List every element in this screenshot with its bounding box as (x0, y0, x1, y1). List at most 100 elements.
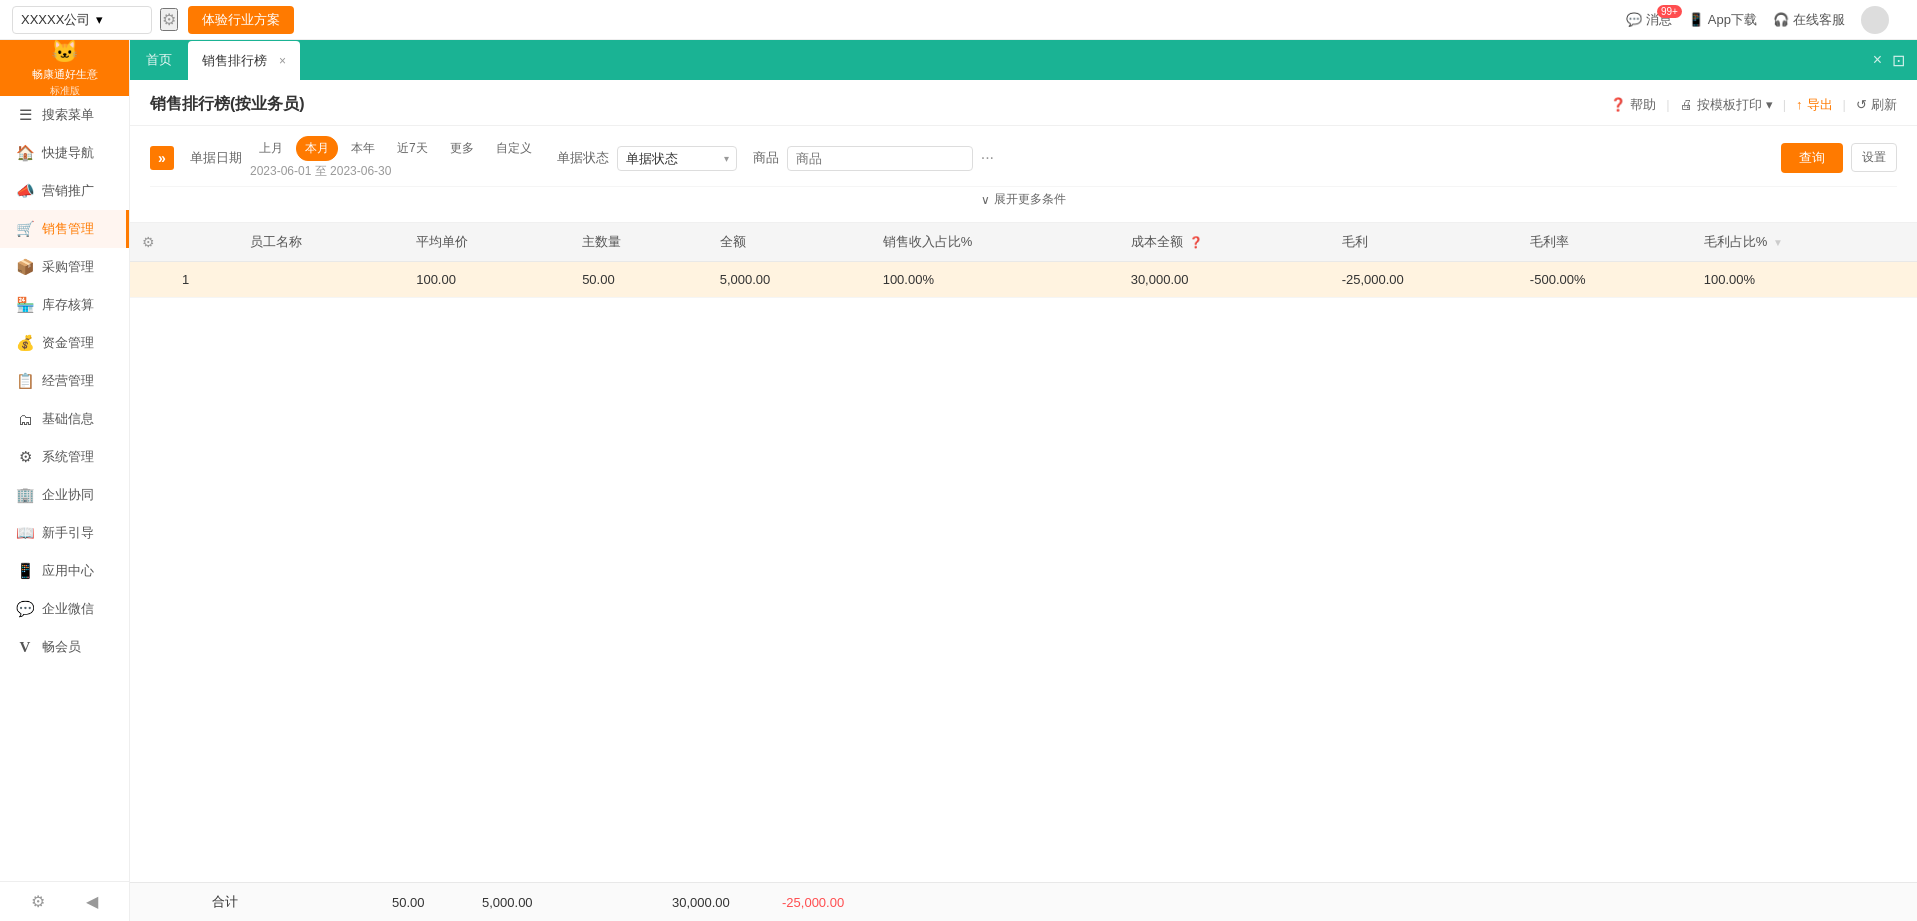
status-filter-label: 单据状态 (557, 149, 609, 167)
sidebar-item-operations[interactable]: 📋 经营管理 (0, 362, 129, 400)
filter-settings-button[interactable]: 设置 (1851, 143, 1897, 172)
date-filter-label: 单据日期 (190, 149, 242, 167)
wechat-icon: 💬 (16, 600, 34, 618)
tab-home[interactable]: 首页 (130, 40, 188, 80)
enterprise-icon: 🏢 (16, 486, 34, 504)
window-maximize-icon[interactable]: ⊡ (1892, 51, 1905, 70)
expand-more-button[interactable]: ∨ 展开更多条件 (150, 186, 1897, 212)
sidebar-item-member[interactable]: V 畅会员 (0, 628, 129, 666)
topbar-settings-icon[interactable]: ⚙ (160, 8, 178, 31)
finance-icon: 💰 (16, 334, 34, 352)
home-icon: 🏠 (16, 144, 34, 162)
gross-pct-sort-icon[interactable]: ▼ (1773, 237, 1783, 248)
company-dropdown-icon: ▾ (96, 12, 103, 27)
sidebar-item-finance[interactable]: 💰 资金管理 (0, 324, 129, 362)
sidebar-item-guide[interactable]: 📖 新手引导 (0, 514, 129, 552)
sidebar-settings-button[interactable]: ⚙ (31, 892, 45, 911)
tab-active-label: 销售排行榜 (202, 52, 267, 70)
avatar[interactable] (1861, 6, 1889, 34)
sidebar-item-inventory[interactable]: 🏪 库存核算 (0, 286, 129, 324)
row-gross: -25,000.00 (1330, 262, 1518, 298)
sidebar-item-sales[interactable]: 🛒 销售管理 (0, 210, 129, 248)
goods-input[interactable] (787, 146, 973, 171)
row-avg-price: 100.00 (404, 262, 570, 298)
date-btn-custom[interactable]: 自定义 (487, 136, 541, 161)
logo-text: 畅康通好生意 (32, 67, 98, 82)
footer-amount: 5,000.00 (482, 895, 582, 910)
sidebar-item-label: 库存核算 (42, 296, 94, 314)
table-area: ⚙ 员工名称 平均单价 主数量 全额 销售收入占比% (130, 223, 1917, 882)
logo-icon: 🐱 (51, 40, 78, 65)
sidebar-item-label: 营销推广 (42, 182, 94, 200)
refresh-button[interactable]: ↺ 刷新 (1856, 96, 1897, 114)
sidebar-item-search-order[interactable]: ☰ 搜索菜单 (0, 96, 129, 134)
row-name (238, 262, 404, 298)
goods-filter: 商品 ··· (753, 146, 994, 171)
help-button[interactable]: ❓ 帮助 (1610, 96, 1656, 114)
guide-icon: 📖 (16, 524, 34, 542)
app-center-icon: 📱 (16, 562, 34, 580)
sidebar-item-system[interactable]: ⚙ 系统管理 (0, 438, 129, 476)
print-button[interactable]: 🖨 按模板打印 ▾ (1680, 96, 1773, 114)
sidebar-item-basic-info[interactable]: 🗂 基础信息 (0, 400, 129, 438)
date-btn-this-month[interactable]: 本月 (296, 136, 338, 161)
header-actions: ❓ 帮助 | 🖨 按模板打印 ▾ | ↑ 导出 (1610, 96, 1897, 114)
sidebar-item-wechat[interactable]: 💬 企业微信 (0, 590, 129, 628)
row-gross-pct: 100.00% (1692, 262, 1917, 298)
company-selector[interactable]: XXXXX公司 ▾ (12, 6, 152, 34)
column-settings-icon[interactable]: ⚙ (142, 234, 155, 250)
cost-help-icon[interactable]: ❓ (1189, 236, 1203, 248)
company-name: XXXXX公司 (21, 11, 90, 29)
sidebar-item-enterprise[interactable]: 🏢 企业协同 (0, 476, 129, 514)
sidebar-item-marketing[interactable]: 📣 营销推广 (0, 172, 129, 210)
query-button[interactable]: 查询 (1781, 143, 1843, 173)
tab-close-icon[interactable]: × (279, 54, 286, 68)
footer-cost: 30,000.00 (672, 895, 782, 910)
export-icon: ↑ (1796, 97, 1803, 112)
sidebar-item-quick-nav[interactable]: 🏠 快捷导航 (0, 134, 129, 172)
date-btn-last-month[interactable]: 上月 (250, 136, 292, 161)
footer-main-qty: 50.00 (392, 895, 482, 910)
app-download-button[interactable]: 📱 App下载 (1688, 11, 1757, 29)
sidebar-item-label: 销售管理 (42, 220, 94, 238)
sidebar-item-purchase[interactable]: 📦 采购管理 (0, 248, 129, 286)
sidebar-item-label: 系统管理 (42, 448, 94, 466)
sidebar-item-label: 畅会员 (42, 638, 81, 656)
status-select[interactable]: 单据状态 (617, 146, 737, 171)
tab-home-label: 首页 (146, 51, 172, 69)
col-settings: ⚙ (130, 223, 170, 262)
online-service-button[interactable]: 🎧 在线客服 (1773, 11, 1845, 29)
goods-filter-label: 商品 (753, 149, 779, 167)
trial-button[interactable]: 体验行业方案 (188, 6, 294, 34)
export-label: 导出 (1807, 96, 1833, 114)
purchase-icon: 📦 (16, 258, 34, 276)
marketing-icon: 📣 (16, 182, 34, 200)
window-close-icon[interactable]: × (1873, 51, 1882, 69)
col-main-qty: 主数量 (570, 223, 708, 262)
col-amount: 全额 (708, 223, 871, 262)
date-btn-this-year[interactable]: 本年 (342, 136, 384, 161)
sidebar-item-app-center[interactable]: 📱 应用中心 (0, 552, 129, 590)
basic-info-icon: 🗂 (16, 411, 34, 428)
goods-more-icon[interactable]: ··· (981, 149, 994, 167)
col-gross-rate: 毛利率 (1518, 223, 1692, 262)
sidebar-collapse-button[interactable]: ◀ (86, 892, 98, 911)
page-title: 销售排行榜(按业务员) (150, 94, 305, 115)
help-label: 帮助 (1630, 96, 1656, 114)
table-footer: 合计 50.00 5,000.00 30,000.00 -25,000.00 (130, 882, 1917, 921)
message-icon: 💬 (1626, 12, 1642, 27)
help-icon: ❓ (1610, 97, 1626, 112)
message-button[interactable]: 💬 消息 99+ (1626, 11, 1672, 29)
date-btn-more[interactable]: 更多 (441, 136, 483, 161)
footer-gross: -25,000.00 (782, 895, 892, 910)
sidebar-item-label: 新手引导 (42, 524, 94, 542)
export-button[interactable]: ↑ 导出 (1796, 96, 1833, 114)
col-cost: 成本全额 ❓ (1119, 223, 1330, 262)
table-row: 1 100.00 50.00 5,000.00 100.00% 30,000.0… (130, 262, 1917, 298)
tab-sales-ranking[interactable]: 销售排行榜 × (188, 41, 300, 81)
sidebar-item-label: 应用中心 (42, 562, 94, 580)
inventory-icon: 🏪 (16, 296, 34, 314)
filter-expand-icon[interactable]: » (150, 146, 174, 170)
row-rank: 1 (170, 262, 238, 298)
date-btn-7days[interactable]: 近7天 (388, 136, 437, 161)
